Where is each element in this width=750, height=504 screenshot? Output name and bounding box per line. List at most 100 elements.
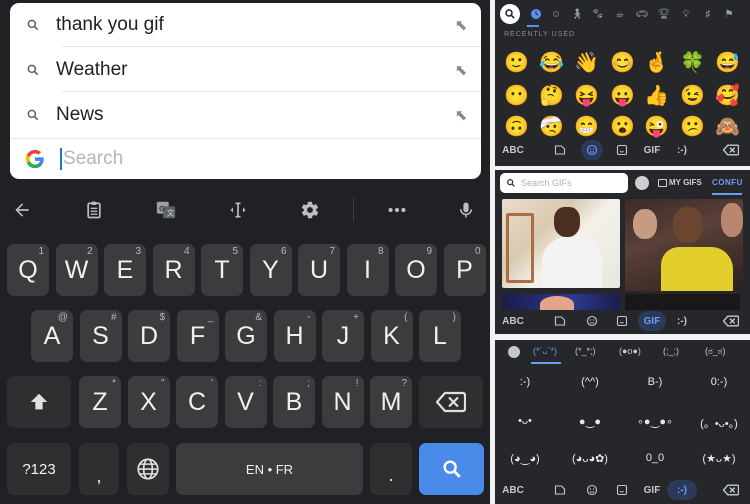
emoji-item[interactable]: 😕 <box>680 115 705 139</box>
gif-button[interactable]: GIF <box>641 140 663 160</box>
key-t[interactable]: 5T <box>201 244 243 296</box>
objects-tab-icon[interactable]: 💡︎ <box>677 5 695 23</box>
gif-search-box[interactable] <box>500 173 628 193</box>
sticker-pack-icon[interactable] <box>552 140 568 160</box>
emoji-item[interactable]: 😅 <box>715 51 740 75</box>
emoji-item[interactable]: 😛 <box>610 84 635 108</box>
kaomoji-tab[interactable]: (*_*;) <box>575 346 596 356</box>
suggestion-row[interactable]: Weather ⬉ <box>10 48 481 92</box>
kaomoji-item[interactable]: (^^) <box>560 376 620 388</box>
food-tab-icon[interactable]: ☕︎ <box>611 5 629 23</box>
emoji-item[interactable]: 😝 <box>574 84 599 108</box>
recent-kaomoji-clock-icon[interactable] <box>508 346 520 358</box>
emoji-item[interactable]: 🤔 <box>539 84 564 108</box>
key-a[interactable]: @ A <box>31 310 73 362</box>
key-f[interactable]: _ F <box>176 310 219 362</box>
key-x[interactable]: " X <box>127 376 170 428</box>
kaomoji-item[interactable]: (★ᴗ★) <box>689 452 749 465</box>
spacebar-key[interactable]: EN • FR <box>176 443 363 495</box>
search-action-key[interactable] <box>419 443 484 495</box>
search-input[interactable] <box>60 148 440 170</box>
kaomoji-item[interactable]: (。•ᴗ•。) <box>689 415 749 431</box>
activities-tab-icon[interactable]: 🏆︎ <box>655 5 673 23</box>
emoji-item[interactable]: 🥰 <box>715 84 740 108</box>
key-w[interactable]: 2W <box>55 244 98 296</box>
kaomoji-tab[interactable]: (;_;) <box>663 346 679 356</box>
emoji-item[interactable]: 😉 <box>680 84 705 108</box>
emoji-item[interactable]: 😁 <box>574 115 599 139</box>
emoji-item[interactable]: 🙂 <box>504 51 529 75</box>
key-d[interactable]: $ D <box>128 310 170 362</box>
kaomoji-button[interactable]: :-) <box>673 140 691 160</box>
gif-button[interactable]: GIF <box>638 311 666 331</box>
smileys-tab-icon[interactable]: ☺ <box>547 5 565 23</box>
kaomoji-item[interactable]: B-) <box>625 376 685 388</box>
emoji-item[interactable]: 🙃 <box>504 115 529 139</box>
backspace-icon[interactable] <box>722 311 740 331</box>
abc-button[interactable]: ABC <box>501 140 525 160</box>
emoji-item[interactable]: 😜 <box>644 115 669 139</box>
animals-tab-icon[interactable]: 🐾︎ <box>589 5 607 23</box>
flags-tab-icon[interactable]: ⚑ <box>720 5 738 23</box>
arrow-up-left-icon[interactable]: ⬉ <box>441 61 481 79</box>
arrow-up-left-icon[interactable]: ⬉ <box>441 16 481 34</box>
emoji-tab-icon[interactable] <box>583 480 601 500</box>
gif-search-input[interactable] <box>521 178 621 188</box>
more-dots-icon[interactable] <box>383 196 411 224</box>
people-tab-icon[interactable]: 🚶︎ <box>568 5 586 23</box>
key-o[interactable]: 9O <box>395 244 437 296</box>
sticker-pack-icon[interactable] <box>552 311 568 331</box>
backspace-key[interactable] <box>419 376 483 428</box>
gif-button[interactable]: GIF <box>641 480 663 500</box>
emoji-item[interactable]: 🤕 <box>539 115 564 139</box>
my-gifs-tab[interactable]: MY GIFS <box>658 178 702 187</box>
emoji-search-icon[interactable] <box>500 4 520 24</box>
sticker-pack-icon[interactable] <box>552 480 568 500</box>
sticker-icon[interactable] <box>614 311 630 331</box>
emoji-item[interactable]: 🙈 <box>715 115 740 139</box>
gif-thumbnail-confused-man[interactable] <box>502 199 620 288</box>
kaomoji-button[interactable]: :-) <box>673 311 691 331</box>
kaomoji-item[interactable]: ∘●‿●∘ <box>625 415 685 428</box>
key-n[interactable]: ! N <box>321 376 364 428</box>
sticker-icon[interactable] <box>614 140 630 160</box>
kaomoji-item[interactable]: 0_0 <box>625 452 685 464</box>
emoji-item[interactable]: 👋 <box>574 51 599 75</box>
key-r[interactable]: 4R <box>152 244 195 296</box>
back-arrow-icon[interactable] <box>8 196 36 224</box>
key-q[interactable]: 1Q <box>7 244 49 296</box>
key-s[interactable]: # S <box>79 310 122 362</box>
emoji-item[interactable]: 😶 <box>504 84 529 108</box>
key-g[interactable]: & G <box>225 310 267 362</box>
microphone-icon[interactable] <box>452 196 480 224</box>
abc-button[interactable]: ABC <box>501 311 525 331</box>
kaomoji-item[interactable]: :-) <box>495 376 555 388</box>
suggestion-row[interactable]: News ⬉ <box>10 93 481 137</box>
kaomoji-item[interactable]: ●‿● <box>560 415 620 428</box>
gif-thumbnail-partial[interactable] <box>502 294 620 310</box>
suggestion-row[interactable]: thank you gif ⬉ <box>10 3 481 47</box>
key-v[interactable]: :V <box>224 376 267 428</box>
kaomoji-item[interactable]: (◕‿◕) <box>495 452 555 465</box>
emoji-item[interactable]: 😊 <box>610 51 635 75</box>
arrow-up-left-icon[interactable]: ⬉ <box>441 106 481 124</box>
travel-tab-icon[interactable]: 🚗︎ <box>633 5 651 23</box>
clipboard-icon[interactable] <box>80 196 108 224</box>
kaomoji-button[interactable]: :-) <box>667 480 697 500</box>
comma-key[interactable]: , <box>79 443 119 495</box>
emoji-item[interactable]: 👍 <box>644 84 669 108</box>
key-e[interactable]: 3E <box>104 244 146 296</box>
gif-thumbnail-partial[interactable] <box>625 294 740 310</box>
key-b[interactable]: ; B <box>273 376 315 428</box>
kaomoji-item[interactable]: 0:-) <box>689 376 749 388</box>
recent-emoji-tab-icon[interactable] <box>527 5 545 23</box>
kaomoji-tab[interactable]: (*´ᴗ`*) <box>533 346 557 356</box>
abc-button[interactable]: ABC <box>501 480 525 500</box>
text-cursor-icon[interactable] <box>224 196 252 224</box>
key-i[interactable]: 8I <box>346 244 389 296</box>
sticker-icon[interactable] <box>614 480 630 500</box>
emoji-item[interactable]: 😮 <box>610 115 635 139</box>
key-k[interactable]: (K <box>370 310 413 362</box>
kaomoji-tab[interactable]: (ಠ_ಠ) <box>705 346 726 357</box>
language-globe-key[interactable] <box>127 443 169 495</box>
